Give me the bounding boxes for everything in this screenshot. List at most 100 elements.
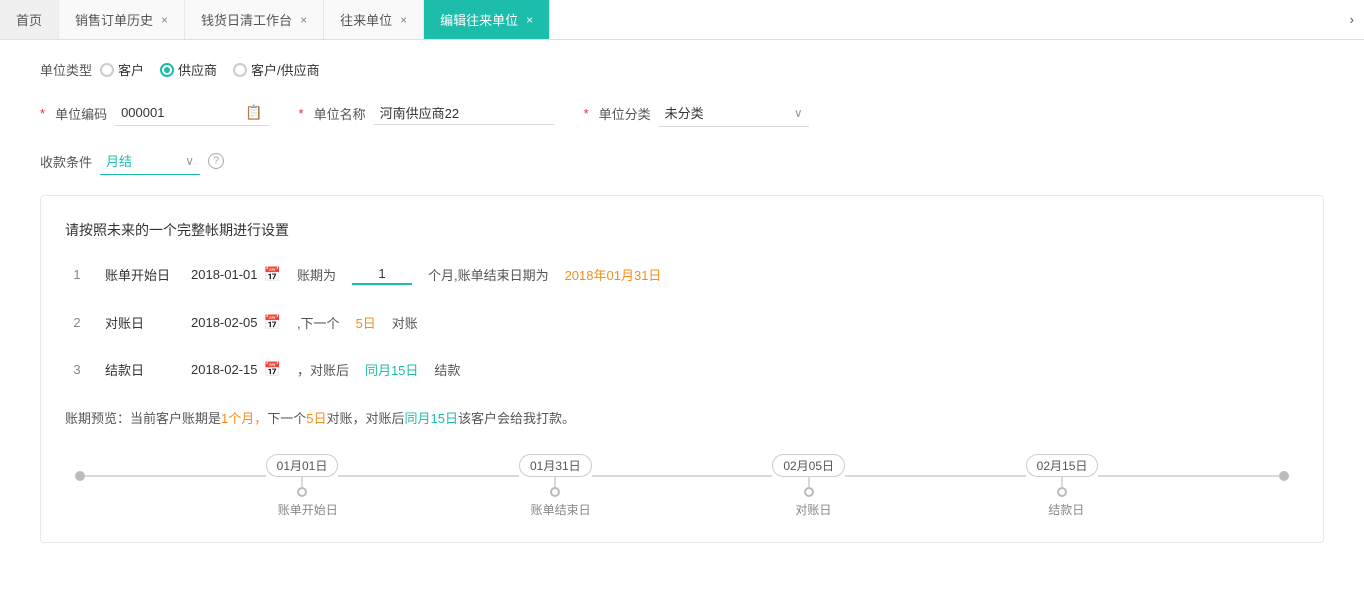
- timeline-seg5: [1098, 475, 1279, 477]
- unit-code-icon[interactable]: 📋: [245, 104, 262, 121]
- timeline-node-4: 02月15日: [1026, 454, 1099, 497]
- payment-condition-row: 收款条件 月结 ∨ ?: [40, 147, 1324, 175]
- tab-edit-partner-close[interactable]: ×: [526, 13, 533, 27]
- timeline-node-1-line: [301, 477, 303, 487]
- code-name-category-row: * 单位编码 📋 * 单位名称 * 单位分类 未分类 ∨: [40, 99, 1324, 127]
- tab-partner-unit-close[interactable]: ×: [400, 13, 407, 27]
- step-2-number: 2: [65, 315, 89, 330]
- tab-sales-history-close[interactable]: ×: [161, 13, 168, 27]
- step-1-label: 账单开始日: [105, 265, 175, 284]
- timeline-seg2: [338, 475, 519, 477]
- tab-cash-work-close[interactable]: ×: [300, 13, 307, 27]
- unit-category-label: 单位分类: [599, 104, 651, 123]
- tab-more-button[interactable]: ›: [1340, 0, 1364, 39]
- timeline-start-dot: [75, 471, 85, 481]
- step-3-desc-highlight: 同月15日: [365, 360, 418, 379]
- tab-cash-work-label: 钱货日清工作台: [201, 10, 292, 29]
- preview-mid1: 下一个: [267, 411, 306, 426]
- step-3-desc-pre: ，对账后: [297, 360, 349, 379]
- timeline-node-4-dot: [1057, 487, 1067, 497]
- unit-category-item: * 单位分类 未分类 ∨: [584, 99, 809, 127]
- step-2-desc-highlight: 5日: [356, 313, 376, 332]
- timeline-label-1-wrapper: 账单开始日: [278, 501, 338, 518]
- unit-code-required-mark: *: [40, 106, 45, 121]
- radio-customer[interactable]: 客户: [100, 60, 144, 79]
- timeline-end-dot: [1279, 471, 1289, 481]
- help-icon[interactable]: ?: [208, 153, 224, 169]
- timeline-node-3-line: [808, 477, 810, 487]
- payment-condition-value: 月结: [106, 151, 177, 170]
- step-3-number: 3: [65, 362, 89, 377]
- step-2-row: 2 对账日 2018-02-05 📅 ,下一个 5日 对账: [65, 313, 1299, 332]
- period-input[interactable]: [352, 264, 412, 285]
- step-3-date-value: 2018-02-15: [191, 362, 258, 377]
- preview-end: 该客户会给我打款。: [458, 411, 575, 426]
- timeline-pill-2: 01月31日: [519, 454, 592, 477]
- step-3-desc-post: 结款: [434, 360, 460, 379]
- settings-panel: 请按照未来的一个完整帐期进行设置 1 账单开始日 2018-01-01 📅 账期…: [40, 195, 1324, 543]
- step-3-cal-icon[interactable]: 📅: [264, 361, 281, 378]
- timeline-label-1: 账单开始日: [278, 501, 338, 518]
- preview-text: 账期预览：当前客户账期是1个月，下一个5日对账，对账后同月15日该客户会给我打款…: [65, 407, 1299, 430]
- timeline-seg4: [845, 475, 1026, 477]
- radio-customer-label: 客户: [118, 60, 144, 79]
- timeline-labels-row: 账单开始日 账单结束日 对账日 结款日: [75, 501, 1289, 518]
- timeline-pill-1: 01月01日: [266, 454, 339, 477]
- timeline-node-3: 02月05日: [772, 454, 845, 497]
- step-1-date-value: 2018-01-01: [191, 267, 258, 282]
- tab-sales-history-label: 销售订单历史: [75, 10, 153, 29]
- unit-category-value: 未分类: [665, 103, 786, 122]
- step-1-period-mid: 个月,账单结束日期为: [428, 265, 549, 284]
- timeline-section: 01月01日 01月31日 02月05日 02: [65, 454, 1299, 518]
- timeline-label-2: 账单结束日: [531, 501, 591, 518]
- timeline-node-2-line: [554, 477, 556, 487]
- step-1-number: 1: [65, 267, 89, 282]
- tab-partner-unit-label: 往来单位: [340, 10, 392, 29]
- step-1-row: 1 账单开始日 2018-01-01 📅 账期为 个月,账单结束日期为 2018…: [65, 264, 1299, 285]
- radio-both[interactable]: 客户/供应商: [233, 60, 320, 79]
- preview-highlight3: 同月15日: [405, 411, 458, 426]
- unit-category-required-mark: *: [584, 106, 589, 121]
- timeline-node-3-dot: [804, 487, 814, 497]
- panel-title: 请按照未来的一个完整帐期进行设置: [65, 220, 1299, 240]
- timeline-label-4-wrapper: 结款日: [1036, 501, 1096, 518]
- tab-home-label: 首页: [16, 10, 42, 29]
- timeline-node-1: 01月01日: [266, 454, 339, 497]
- timeline-label-4: 结款日: [1048, 501, 1084, 518]
- tab-edit-partner[interactable]: 编辑往来单位 ×: [424, 0, 550, 39]
- unit-category-arrow: ∨: [794, 106, 803, 120]
- radio-both-label: 客户/供应商: [251, 60, 320, 79]
- unit-name-required-mark: *: [299, 106, 304, 121]
- tab-cash-work[interactable]: 钱货日清工作台 ×: [185, 0, 324, 39]
- step-2-date: 2018-02-05 📅: [191, 314, 281, 331]
- radio-supplier[interactable]: 供应商: [160, 60, 217, 79]
- step-2-desc-post: 对账: [392, 313, 418, 332]
- unit-name-input[interactable]: [374, 101, 554, 125]
- tab-home[interactable]: 首页: [0, 0, 59, 39]
- unit-type-label: 单位类型: [40, 60, 92, 79]
- unit-type-row: 单位类型 客户 供应商 客户/供应商: [40, 60, 1324, 79]
- step-2-cal-icon[interactable]: 📅: [264, 314, 281, 331]
- step-2-date-value: 2018-02-05: [191, 315, 258, 330]
- preview-mid2: 对账，对账后: [327, 411, 405, 426]
- step-2-label: 对账日: [105, 313, 175, 332]
- radio-both-circle: [233, 63, 247, 77]
- unit-code-input[interactable]: [121, 105, 241, 120]
- unit-code-label: 单位编码: [55, 104, 107, 123]
- tab-partner-unit[interactable]: 往来单位 ×: [324, 0, 424, 39]
- unit-name-label: 单位名称: [314, 104, 366, 123]
- unit-category-select[interactable]: 未分类 ∨: [659, 99, 809, 127]
- timeline-seg3: [592, 475, 773, 477]
- unit-code-input-wrapper: 📋: [115, 100, 268, 126]
- payment-condition-label: 收款条件: [40, 152, 92, 171]
- unit-code-item: * 单位编码 📋: [40, 100, 269, 126]
- step-3-row: 3 结款日 2018-02-15 📅 ，对账后 同月15日 结款: [65, 360, 1299, 379]
- radio-supplier-circle: [160, 63, 174, 77]
- main-content: 单位类型 客户 供应商 客户/供应商 * 单位编码: [0, 40, 1364, 608]
- payment-condition-select[interactable]: 月结 ∨: [100, 147, 200, 175]
- step-1-date: 2018-01-01 📅: [191, 266, 281, 283]
- timeline-pills-row: 01月01日 01月31日 02月05日 02: [75, 454, 1289, 497]
- step-2-desc-pre: ,下一个: [297, 313, 340, 332]
- tab-sales-history[interactable]: 销售订单历史 ×: [59, 0, 185, 39]
- step-1-cal-icon[interactable]: 📅: [264, 266, 281, 283]
